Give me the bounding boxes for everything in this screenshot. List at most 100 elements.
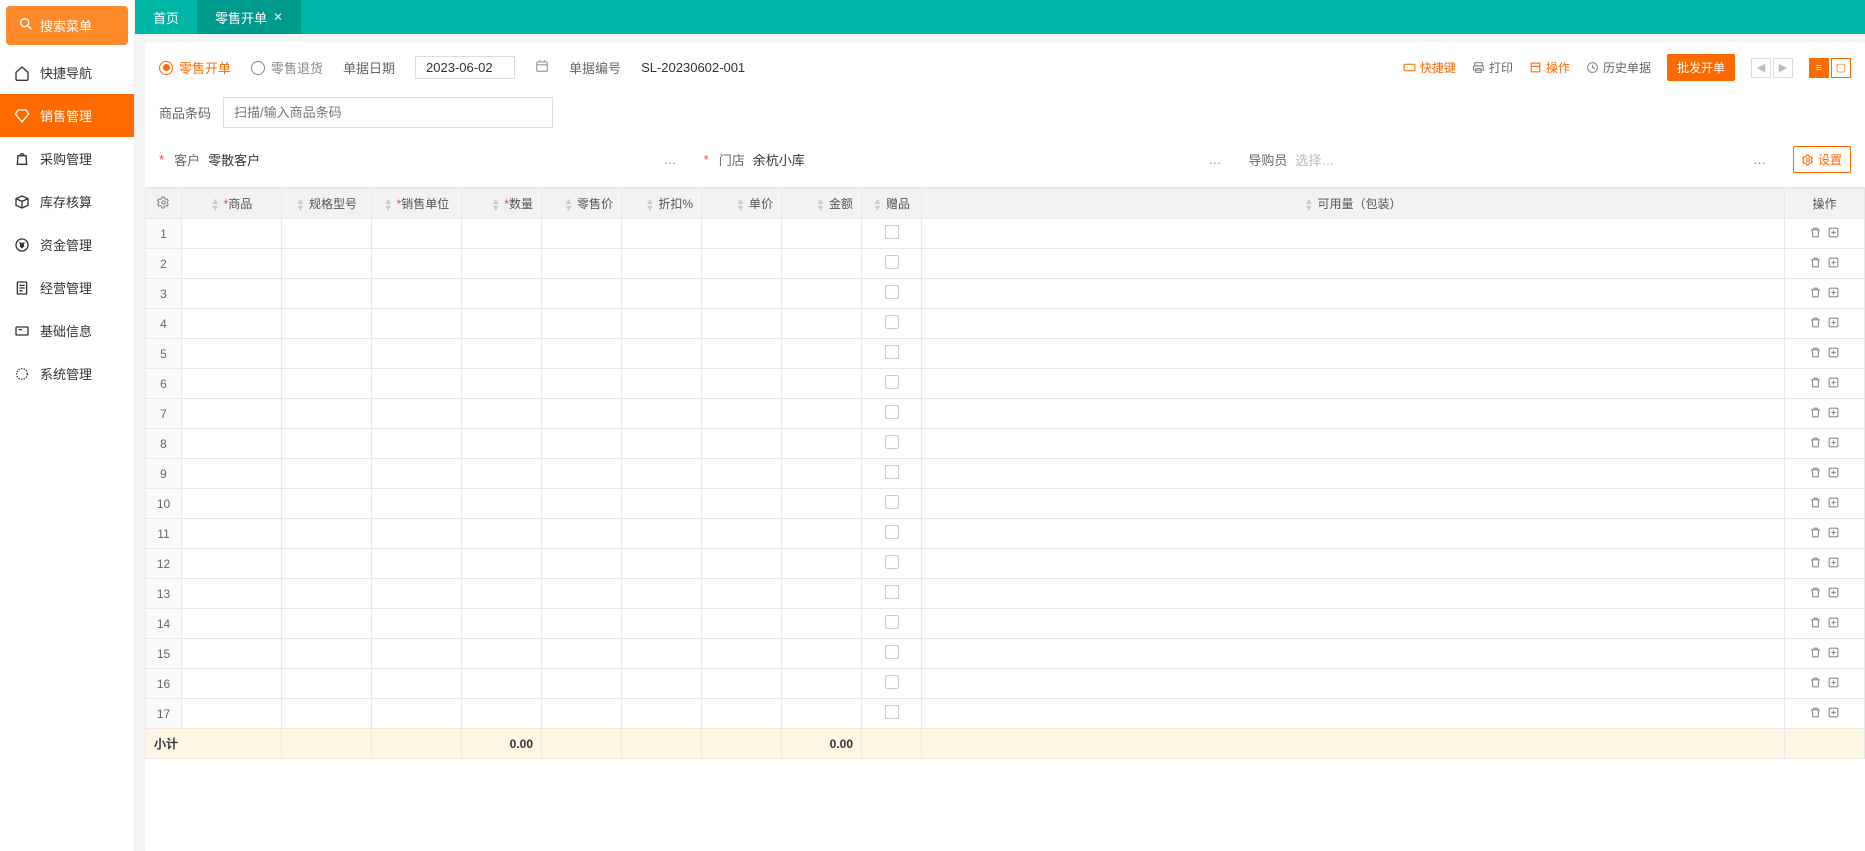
mode-sale-radio[interactable]: 零售开单 [159,58,231,77]
checkbox-icon[interactable] [885,585,899,599]
cell-price[interactable] [702,519,782,549]
delete-row-button[interactable] [1807,466,1825,479]
cell-amount[interactable] [782,429,862,459]
cell-price[interactable] [702,429,782,459]
cell-product[interactable] [182,309,282,339]
cell-discount[interactable] [622,579,702,609]
cell-gift[interactable] [862,699,922,729]
col-price[interactable]: ▲▼单价 [702,189,782,219]
cell-price[interactable] [702,309,782,339]
cell-gift[interactable] [862,219,922,249]
store-more-icon[interactable]: … [1202,152,1228,167]
table-row[interactable]: 16 [146,669,1865,699]
cell-gift[interactable] [862,429,922,459]
cell-price[interactable] [702,549,782,579]
cell-unit[interactable] [372,609,462,639]
add-row-button[interactable] [1825,706,1843,719]
checkbox-icon[interactable] [885,405,899,419]
cell-price[interactable] [702,669,782,699]
cell-qty[interactable] [462,249,542,279]
cell-amount[interactable] [782,609,862,639]
cell-product[interactable] [182,639,282,669]
cell-retail[interactable] [542,699,622,729]
checkbox-icon[interactable] [885,705,899,719]
delete-row-button[interactable] [1807,226,1825,239]
cell-unit[interactable] [372,669,462,699]
cell-unit[interactable] [372,459,462,489]
col-gift[interactable]: ▲▼赠品 [862,189,922,219]
cell-discount[interactable] [622,399,702,429]
cell-discount[interactable] [622,519,702,549]
cell-gift[interactable] [862,399,922,429]
cell-product[interactable] [182,279,282,309]
date-input[interactable]: 2023-06-02 [415,56,515,79]
cell-unit[interactable] [372,639,462,669]
view-grid-button[interactable]: ▢ [1831,58,1851,78]
checkbox-icon[interactable] [885,435,899,449]
checkbox-icon[interactable] [885,555,899,569]
calendar-icon[interactable] [535,59,549,76]
cell-price[interactable] [702,399,782,429]
guide-more-icon[interactable]: … [1747,152,1773,167]
cell-retail[interactable] [542,639,622,669]
checkbox-icon[interactable] [885,615,899,629]
cell-qty[interactable] [462,279,542,309]
cell-amount[interactable] [782,249,862,279]
view-list-button[interactable]: ≡ [1809,58,1829,78]
cell-price[interactable] [702,369,782,399]
add-row-button[interactable] [1825,496,1843,509]
cell-retail[interactable] [542,669,622,699]
cell-unit[interactable] [372,399,462,429]
operate-button[interactable]: 操作 [1529,59,1570,76]
cell-amount[interactable] [782,549,862,579]
table-row[interactable]: 7 [146,399,1865,429]
cell-qty[interactable] [462,699,542,729]
cell-product[interactable] [182,339,282,369]
table-row[interactable]: 13 [146,579,1865,609]
col-discount[interactable]: ▲▼折扣% [622,189,702,219]
cell-gift[interactable] [862,579,922,609]
cell-spec[interactable] [282,669,372,699]
tab-current[interactable]: 零售开单 ✕ [197,0,301,34]
cell-amount[interactable] [782,669,862,699]
bulk-order-button[interactable]: 批发开单 [1667,54,1735,81]
cell-gift[interactable] [862,609,922,639]
cell-spec[interactable] [282,549,372,579]
add-row-button[interactable] [1825,316,1843,329]
cell-qty[interactable] [462,219,542,249]
cell-gift[interactable] [862,339,922,369]
cell-amount[interactable] [782,279,862,309]
checkbox-icon[interactable] [885,255,899,269]
cell-qty[interactable] [462,369,542,399]
cell-retail[interactable] [542,369,622,399]
checkbox-icon[interactable] [885,315,899,329]
cell-retail[interactable] [542,279,622,309]
cell-price[interactable] [702,639,782,669]
cell-unit[interactable] [372,369,462,399]
cell-qty[interactable] [462,459,542,489]
table-row[interactable]: 12 [146,549,1865,579]
cell-gift[interactable] [862,639,922,669]
cell-qty[interactable] [462,639,542,669]
table-row[interactable]: 4 [146,309,1865,339]
cell-price[interactable] [702,489,782,519]
add-row-button[interactable] [1825,226,1843,239]
order-grid[interactable]: ▲▼*商品 ▲▼规格型号 ▲▼*销售单位 ▲▼*数量 ▲▼零售价 ▲▼折扣% ▲… [145,187,1865,851]
cell-retail[interactable] [542,549,622,579]
delete-row-button[interactable] [1807,616,1825,629]
col-spec[interactable]: ▲▼规格型号 [282,189,372,219]
delete-row-button[interactable] [1807,436,1825,449]
close-icon[interactable]: ✕ [273,10,283,24]
cell-price[interactable] [702,459,782,489]
cell-amount[interactable] [782,489,862,519]
cell-qty[interactable] [462,309,542,339]
cell-unit[interactable] [372,249,462,279]
cell-spec[interactable] [282,639,372,669]
col-amount[interactable]: ▲▼金额 [782,189,862,219]
cell-unit[interactable] [372,489,462,519]
add-row-button[interactable] [1825,586,1843,599]
add-row-button[interactable] [1825,286,1843,299]
cell-discount[interactable] [622,639,702,669]
cell-unit[interactable] [372,549,462,579]
settings-button[interactable]: 设置 [1793,146,1851,173]
